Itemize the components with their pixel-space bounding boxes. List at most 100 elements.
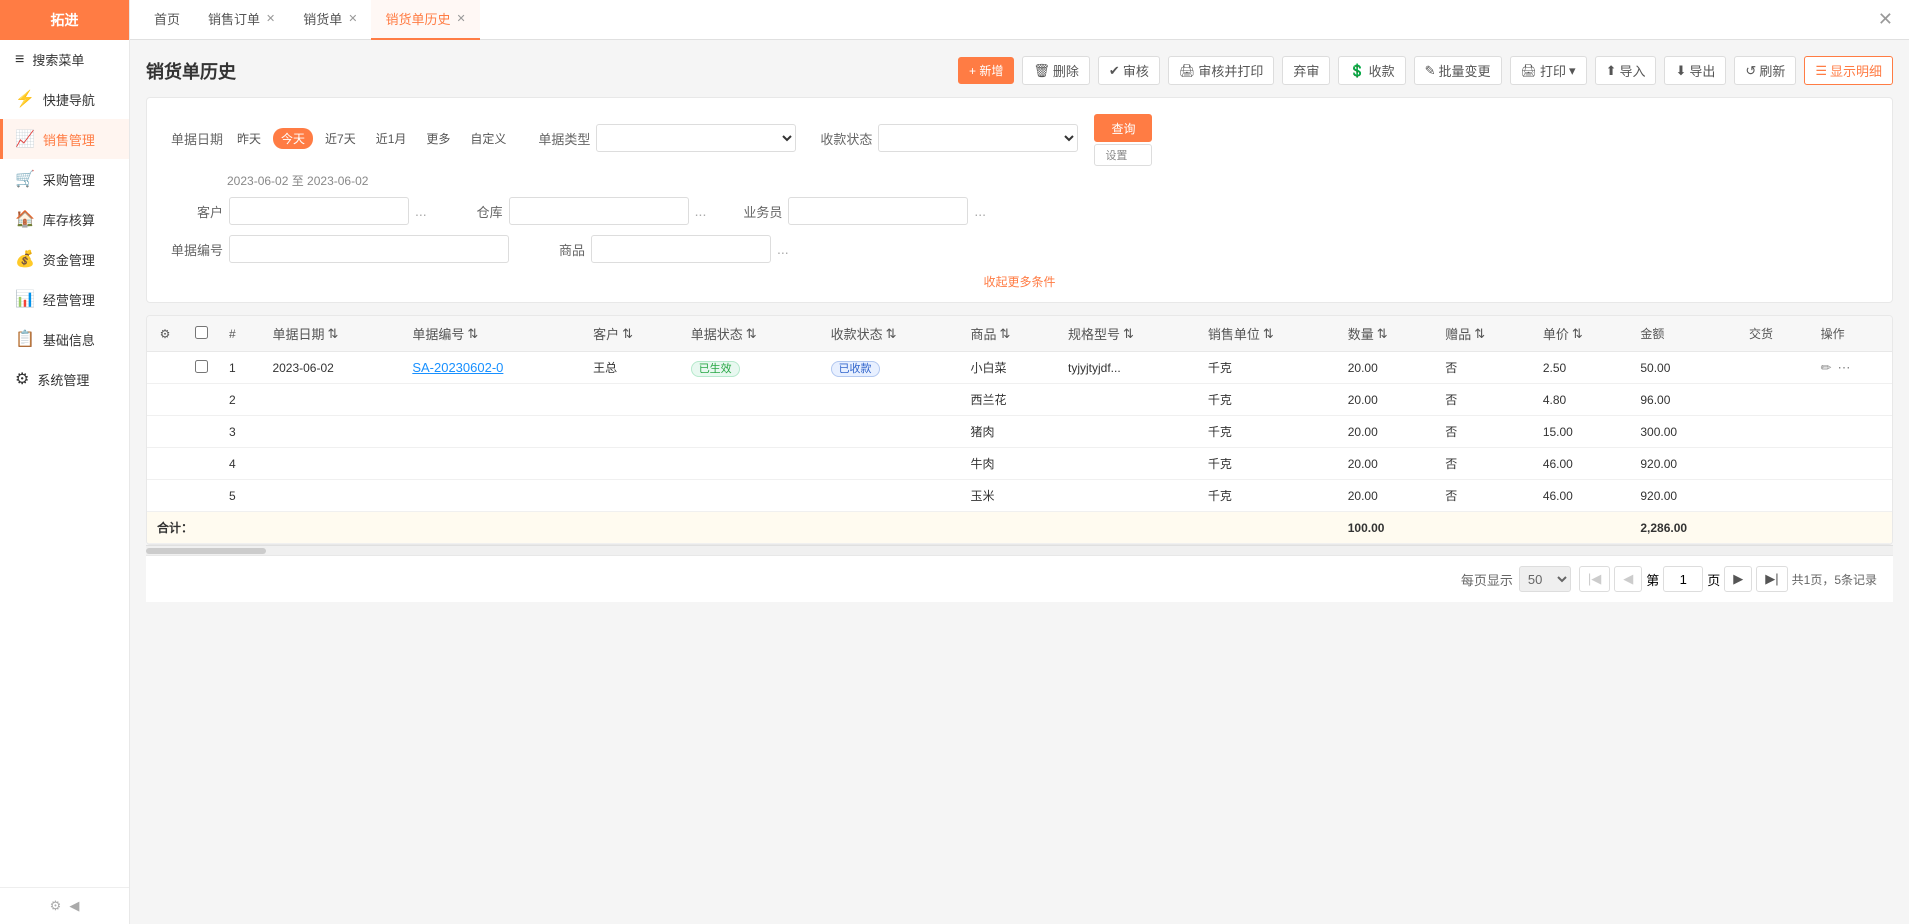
batch-change-button[interactable]: ✎ 批量变更 — [1414, 56, 1502, 85]
query-button[interactable]: 查询 — [1094, 114, 1152, 142]
collapse-button[interactable]: 收起更多条件 — [983, 275, 1055, 289]
sidebar-settings-icon[interactable]: ⚙ — [50, 898, 62, 914]
td-checkbox[interactable] — [183, 448, 219, 480]
td-checkbox[interactable] — [183, 384, 219, 416]
tab-close-sales-order[interactable]: ✕ — [266, 12, 275, 25]
show-details-button[interactable]: ☰ 显示明细 — [1804, 56, 1893, 85]
audit-button[interactable]: ✔ 审核 — [1098, 56, 1160, 85]
sidebar-item-base-info[interactable]: 📋 基础信息 — [0, 319, 129, 359]
tab-home[interactable]: 首页 — [140, 0, 194, 40]
tab-sales-history[interactable]: 销货单历史 ✕ — [371, 0, 479, 40]
tab-close-sales-goods[interactable]: ✕ — [348, 12, 357, 25]
settings-button[interactable]: 设置 — [1094, 144, 1152, 166]
td-qty: 20.00 — [1338, 416, 1436, 448]
td-amount: 50.00 — [1630, 352, 1739, 384]
th-spec[interactable]: 规格型号⇅ — [1058, 316, 1198, 352]
tab-close-sales-history[interactable]: ✕ — [457, 12, 466, 25]
customer-input[interactable] — [229, 197, 409, 225]
import-button[interactable]: ⬆ 导入 — [1595, 56, 1657, 85]
summary-qty: 100.00 — [1338, 512, 1436, 544]
sidebar-item-operations[interactable]: 📊 经营管理 — [0, 279, 129, 319]
date-custom[interactable]: 自定义 — [462, 128, 514, 149]
export-button[interactable]: ⬇ 导出 — [1664, 56, 1726, 85]
doc-type-select[interactable] — [596, 124, 796, 152]
date-today[interactable]: 今天 — [273, 128, 313, 149]
date-more[interactable]: 更多 — [418, 128, 458, 149]
td-amount: 920.00 — [1630, 480, 1739, 512]
doc-no-link[interactable]: SA-20230602-0 — [412, 360, 503, 375]
td-gift: 否 — [1435, 448, 1533, 480]
more-icon[interactable]: ⋯ — [1838, 360, 1851, 376]
th-unit[interactable]: 销售单位⇅ — [1198, 316, 1338, 352]
date-1month[interactable]: 近1月 — [368, 128, 415, 149]
filter-doc-type: 单据类型 — [530, 124, 796, 152]
sidebar-item-inventory[interactable]: 🏠 库存核算 — [0, 199, 129, 239]
tab-sales-order[interactable]: 销售订单 ✕ — [194, 0, 289, 40]
td-amount: 300.00 — [1630, 416, 1739, 448]
tab-sales-goods[interactable]: 销货单 ✕ — [289, 0, 371, 40]
td-checkbox[interactable] — [183, 416, 219, 448]
warehouse-ellipsis[interactable]: ... — [695, 203, 707, 219]
th-checkbox[interactable] — [183, 316, 219, 352]
salesperson-input[interactable] — [788, 197, 968, 225]
customer-ellipsis[interactable]: ... — [415, 203, 427, 219]
summary-label: 合计： — [147, 512, 262, 544]
scroll-thumb[interactable] — [146, 548, 266, 554]
sidebar-item-search-menu[interactable]: ≡ 搜索菜单 — [0, 40, 129, 79]
print-audit-button[interactable]: 🖨 审核并打印 — [1168, 56, 1275, 85]
date-range-text: 2023-06-02 至 2023-06-02 — [227, 174, 368, 188]
th-doc-status[interactable]: 单据状态⇅ — [681, 316, 821, 352]
collect-button[interactable]: 💲 收款 — [1338, 56, 1405, 85]
th-customer[interactable]: 客户⇅ — [583, 316, 681, 352]
th-doc-no[interactable]: 单据编号⇅ — [402, 316, 583, 352]
print-button[interactable]: 🖨 打印 ▾ — [1510, 56, 1587, 85]
close-all-tabs-icon[interactable]: ✕ — [1872, 9, 1899, 30]
refresh-button[interactable]: ↺ 刷新 — [1734, 56, 1796, 85]
th-unit-price[interactable]: 单价⇅ — [1533, 316, 1631, 352]
page-header: 销货单历史 + 新增 🗑 删除 ✔ 审核 🖨 审核并打印 弃审 — [146, 56, 1893, 85]
last-page-button[interactable]: ▶| — [1756, 566, 1787, 592]
per-page-select[interactable]: 20 50 100 — [1519, 566, 1571, 592]
row-checkbox[interactable] — [195, 360, 208, 373]
sales-mgmt-icon: 📈 — [15, 129, 35, 149]
audit-icon: ✔ — [1109, 63, 1120, 79]
filter-doc-no: 单据编号 — [163, 235, 509, 263]
th-settings[interactable]: ⚙ — [147, 316, 183, 352]
abandon-button[interactable]: 弃审 — [1282, 56, 1330, 85]
page-number-input[interactable] — [1663, 566, 1703, 592]
goods-input[interactable] — [591, 235, 771, 263]
sidebar-item-sys-mgmt[interactable]: ⚙ 系统管理 — [0, 359, 129, 399]
sidebar-item-quick-nav[interactable]: ⚡ 快捷导航 — [0, 79, 129, 119]
td-gift: 否 — [1435, 384, 1533, 416]
delete-button[interactable]: 🗑 删除 — [1022, 56, 1090, 85]
filter-customer: 客户 ... — [163, 197, 427, 225]
search-menu-icon: ≡ — [15, 51, 24, 69]
sidebar-item-sales-mgmt[interactable]: 📈 销售管理 — [0, 119, 129, 159]
salesperson-ellipsis[interactable]: ... — [974, 203, 986, 219]
th-doc-date[interactable]: 单据日期⇅ — [262, 316, 402, 352]
sidebar-collapse-icon[interactable]: ◀ — [69, 898, 79, 914]
sidebar-item-finance[interactable]: 💰 资金管理 — [0, 239, 129, 279]
date-7days[interactable]: 近7天 — [317, 128, 364, 149]
sidebar-item-purchase-mgmt[interactable]: 🛒 采购管理 — [0, 159, 129, 199]
scroll-bar-area[interactable] — [146, 545, 1893, 555]
goods-ellipsis[interactable]: ... — [777, 241, 789, 257]
td-checkbox[interactable] — [183, 480, 219, 512]
add-button[interactable]: + 新增 — [958, 57, 1014, 84]
edit-icon[interactable]: ✏ — [1821, 360, 1832, 376]
warehouse-input[interactable] — [509, 197, 689, 225]
th-goods[interactable]: 商品⇅ — [960, 316, 1058, 352]
payment-status-select[interactable] — [878, 124, 1078, 152]
prev-page-button[interactable]: ◀ — [1614, 566, 1642, 592]
th-qty[interactable]: 数量⇅ — [1338, 316, 1436, 352]
date-yesterday[interactable]: 昨天 — [229, 128, 269, 149]
first-page-button[interactable]: |◀ — [1579, 566, 1610, 592]
th-gift[interactable]: 赠品⇅ — [1435, 316, 1533, 352]
th-payment-status[interactable]: 收款状态⇅ — [821, 316, 961, 352]
doc-no-input[interactable] — [229, 235, 509, 263]
table-row: 3 猪肉 千克 20.00 否 15.00 300.00 — [147, 416, 1892, 448]
next-page-button[interactable]: ▶ — [1724, 566, 1752, 592]
td-payment-status — [821, 480, 961, 512]
td-checkbox[interactable] — [183, 352, 219, 384]
select-all-checkbox[interactable] — [195, 326, 208, 339]
